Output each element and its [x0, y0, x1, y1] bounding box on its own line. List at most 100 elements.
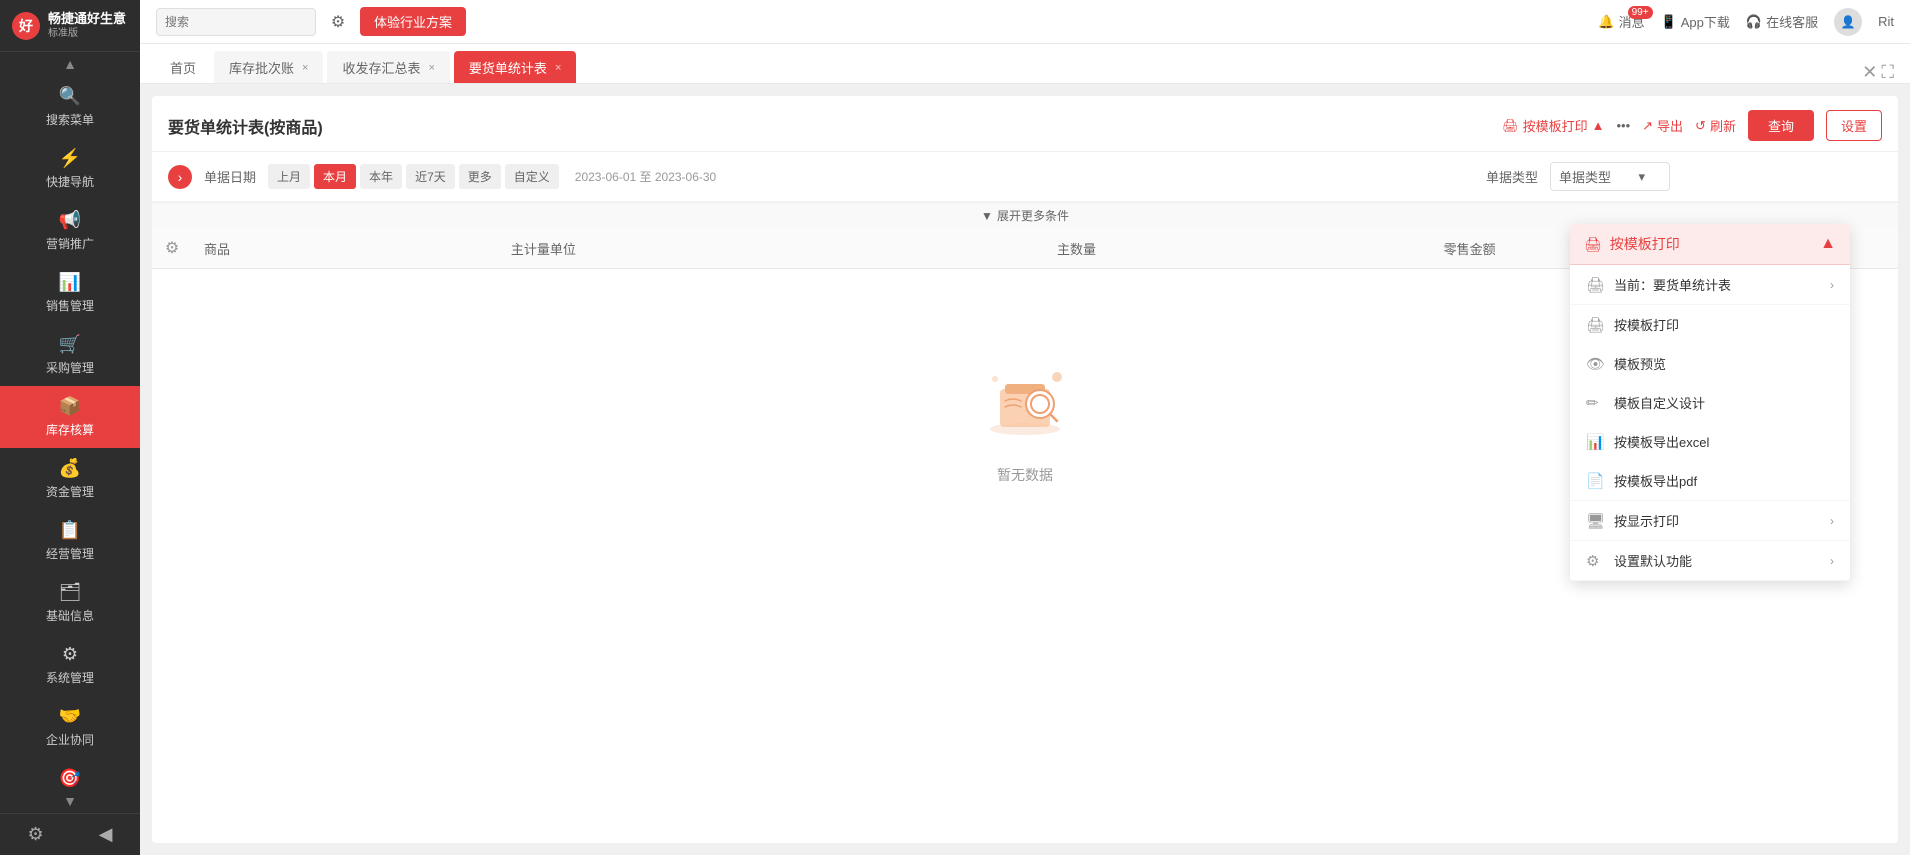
tab-receipt-summary[interactable]: 收发存汇总表 ×: [327, 51, 449, 83]
settings-btn[interactable]: 设置: [1826, 110, 1882, 141]
settings-col-header[interactable]: ⚙: [152, 228, 192, 269]
dropdown-set-default[interactable]: ⚙ 设置默认功能 ›: [1570, 541, 1850, 580]
tab-close-icon[interactable]: ×: [302, 62, 308, 74]
order-type-label: 单据类型: [1486, 167, 1538, 186]
dropdown-item-template-print[interactable]: 🖨 按模板打印: [1570, 305, 1850, 344]
dropdown-close-icon[interactable]: ▲: [1820, 235, 1836, 253]
sidebar-item-label: 销售管理: [46, 297, 94, 314]
sidebar-item-finance[interactable]: 💰 资金管理: [0, 448, 140, 510]
page-content: 要货单统计表(按商品) 🖨 按模板打印 ▲ ••• ↗ 导出 ↺ 刷新: [140, 84, 1910, 855]
sidebar-item-operations[interactable]: 📋 经营管理: [0, 510, 140, 572]
export-btn[interactable]: ↗ 导出: [1642, 116, 1683, 135]
dropdown-items-section: 🖨 按模板打印 👁 模板预览 ✏ 模板自定义设计 📊 按模板导出excel 📄: [1570, 305, 1850, 501]
date-btn-last-month[interactable]: 上月: [268, 164, 310, 189]
collapse-icon[interactable]: ◀: [99, 824, 113, 845]
logo-icon: 好: [12, 12, 40, 40]
tab-label: 库存批次账: [229, 58, 294, 77]
date-btn-this-year[interactable]: 本年: [360, 164, 402, 189]
template-icon: 🖨: [1586, 276, 1604, 294]
order-type-select[interactable]: 单据类型 ▾: [1550, 162, 1670, 191]
filter-toggle-icon[interactable]: ›: [168, 165, 192, 189]
dropdown-current-item[interactable]: 🖨 当前：要货单统计表 ›: [1570, 265, 1850, 304]
sidebar-item-search[interactable]: 🔍 搜索菜单: [0, 76, 140, 138]
tab-close-icon[interactable]: ×: [555, 62, 561, 74]
sidebar-item-system[interactable]: ⚙ 系统管理: [0, 634, 140, 696]
dropdown-item-template-excel[interactable]: 📊 按模板导出excel: [1570, 422, 1850, 461]
print-btn[interactable]: 🖨 按模板打印 ▲: [1502, 116, 1604, 135]
design-icon: ✏: [1586, 394, 1604, 412]
handshake-icon: 🤝: [59, 706, 81, 727]
chart-icon: 📊: [59, 272, 81, 293]
dropdown-item-label: 按模板打印: [1614, 315, 1679, 334]
export-label: 导出: [1657, 116, 1683, 135]
dropdown-item-label: 模板预览: [1614, 354, 1666, 373]
app-download-btn[interactable]: 📱 App下载: [1661, 12, 1730, 31]
sidebar-item-collab[interactable]: 🤝 企业协同: [0, 696, 140, 758]
refresh-icon: ↺: [1695, 118, 1706, 134]
date-btn-custom[interactable]: 自定义: [505, 164, 559, 189]
sidebar-item-purchase[interactable]: 🛒 采购管理: [0, 324, 140, 386]
date-btn-7-days[interactable]: 近7天: [406, 164, 455, 189]
page-title: 要货单统计表(按商品): [168, 114, 323, 138]
dropdown-item-template-pdf[interactable]: 📄 按模板导出pdf: [1570, 461, 1850, 500]
dropdown-item-template-preview[interactable]: 👁 模板预览: [1570, 344, 1850, 383]
tab-batch-account[interactable]: 库存批次账 ×: [214, 51, 323, 83]
sidebar: 好 畅捷通好生意 标准版 ▲ 🔍 搜索菜单 ⚡ 快捷导航 📢 营销推广 📊 销售…: [0, 0, 140, 855]
export-icon: ↗: [1642, 118, 1653, 134]
cart-icon: 🛒: [59, 334, 81, 355]
col-header-unit: 主计量单位: [499, 228, 1045, 269]
search-icon: 🔍: [59, 86, 81, 107]
sidebar-item-marketing[interactable]: 📢 营销推广: [0, 200, 140, 262]
settings-bottom-icon[interactable]: ⚙: [28, 824, 44, 845]
app-logo: 好 畅捷通好生意 标准版: [0, 0, 140, 52]
service-label: 在线客服: [1766, 12, 1818, 31]
chevron-up-icon[interactable]: ▲: [63, 56, 77, 72]
sidebar-item-shortcut[interactable]: ⚡ 快捷导航: [0, 138, 140, 200]
star-icon: ⚙: [1586, 552, 1604, 570]
date-btn-more[interactable]: 更多: [459, 164, 501, 189]
dropdown-item-template-custom[interactable]: ✏ 模板自定义设计: [1570, 383, 1850, 422]
chevron-right-icon: ›: [1830, 278, 1834, 292]
service-btn[interactable]: 🎧 在线客服: [1746, 12, 1818, 31]
more-options-btn[interactable]: •••: [1616, 118, 1630, 133]
header-left: ⚙ 体验行业方案: [156, 7, 466, 36]
scroll-up-btn[interactable]: ▲: [0, 52, 140, 76]
empty-text: 暂无数据: [997, 465, 1053, 485]
avatar[interactable]: 👤: [1834, 8, 1862, 36]
search-input[interactable]: [156, 8, 316, 36]
refresh-btn[interactable]: ↺ 刷新: [1695, 116, 1736, 135]
sidebar-item-sales[interactable]: 📊 销售管理: [0, 262, 140, 324]
chevron-down-icon[interactable]: ▼: [63, 793, 77, 809]
expand-more-label: 展开更多条件: [997, 207, 1069, 224]
expand-tabs-icon[interactable]: ⛶: [1881, 62, 1894, 83]
sidebar-item-label: 库存核算: [46, 421, 94, 438]
dropdown-title: 按模板打印: [1610, 234, 1680, 254]
folder-icon: 🗂: [59, 582, 82, 603]
sidebar-item-guide[interactable]: 🎯 新手引导: [0, 758, 140, 789]
excel-icon: 📊: [1586, 433, 1604, 451]
trial-btn[interactable]: 体验行业方案: [360, 7, 466, 36]
dropdown-default-section: ⚙ 设置默认功能 ›: [1570, 541, 1850, 581]
query-btn[interactable]: 查询: [1748, 110, 1814, 141]
sidebar-item-label: 资金管理: [46, 483, 94, 500]
target-icon: 🎯: [59, 768, 81, 789]
tab-label: 收发存汇总表: [342, 58, 420, 77]
main-area: ⚙ 体验行业方案 🔔 消息 99+ 📱 App下载 🎧 在线客服 👤 Rit 首…: [140, 0, 1910, 855]
close-all-tabs-icon[interactable]: ✕: [1862, 62, 1877, 83]
tab-order-stat[interactable]: 要货单统计表 ×: [454, 51, 576, 83]
tab-home[interactable]: 首页: [156, 51, 210, 83]
tab-close-icon[interactable]: ×: [428, 62, 434, 74]
message-btn[interactable]: 🔔 消息 99+: [1598, 12, 1644, 31]
tab-label: 要货单统计表: [469, 58, 547, 77]
sidebar-item-inventory[interactable]: 📦 库存核算: [0, 386, 140, 448]
sidebar-item-basic[interactable]: 🗂 基础信息: [0, 572, 140, 634]
settings-icon[interactable]: ⚙: [324, 8, 352, 36]
phone-icon: 📱: [1661, 14, 1677, 30]
gear-icon: ⚙: [62, 644, 78, 665]
date-btn-this-month[interactable]: 本月: [314, 164, 356, 189]
dropdown-header: 🖨 按模板打印 ▲: [1570, 224, 1850, 265]
scroll-down-btn[interactable]: ▼: [0, 789, 140, 813]
column-settings-icon[interactable]: ⚙: [165, 240, 179, 257]
dropdown-display-print[interactable]: 🖥 按显示打印 ›: [1570, 501, 1850, 540]
flash-icon: ⚡: [59, 148, 81, 169]
